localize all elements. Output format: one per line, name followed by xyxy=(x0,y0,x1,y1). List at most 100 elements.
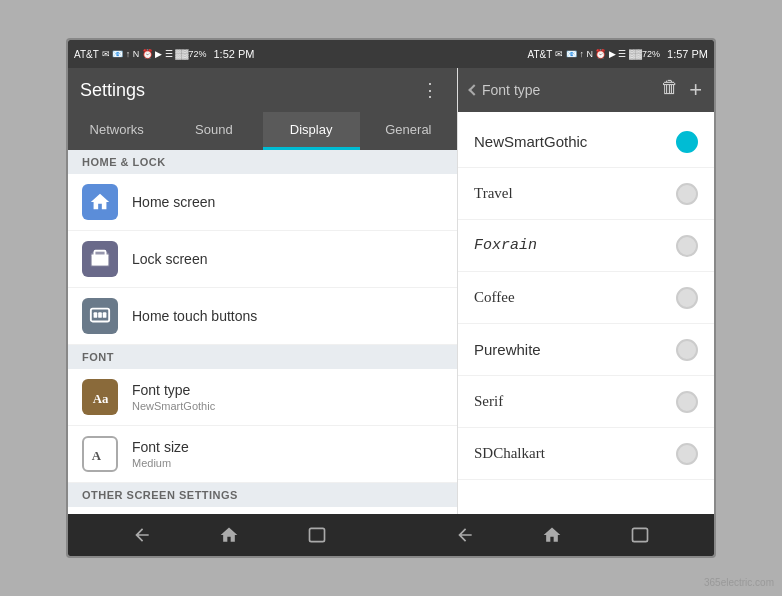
radio-newsmartgothic[interactable] xyxy=(676,131,698,153)
home-nav-left[interactable] xyxy=(219,525,239,545)
font-type-icon: Aa xyxy=(82,379,118,415)
font-name-coffee: Coffee xyxy=(474,289,676,306)
main-area: Settings ⋮ Networks Sound Display Gen xyxy=(68,68,714,514)
app-bar-left: Settings ⋮ xyxy=(68,68,457,112)
radio-coffee[interactable] xyxy=(676,287,698,309)
back-nav-icon-left xyxy=(132,525,152,545)
lock-screen-title: Lock screen xyxy=(132,251,443,267)
tab-sound[interactable]: Sound xyxy=(165,112,262,150)
font-type-text: Font type NewSmartGothic xyxy=(132,382,443,412)
font-item-coffee[interactable]: Coffee xyxy=(458,272,714,324)
right-bar-icons: 🗑 + xyxy=(661,77,702,103)
font-size-icon: A xyxy=(82,436,118,472)
settings-list: HOME & LOCK Home screen xyxy=(68,150,457,514)
section-font: FONT xyxy=(68,345,457,369)
section-other-screen: OTHER SCREEN SETTINGS xyxy=(68,483,457,507)
setting-font-type[interactable]: Aa Font type NewSmartGothic xyxy=(68,369,457,426)
lock-screen-icon xyxy=(82,241,118,277)
font-type-title: Font type xyxy=(132,382,443,398)
settings-title: Settings xyxy=(80,80,415,101)
right-panel: Font type 🗑 + NewSmartGothic Tr xyxy=(458,68,714,514)
nav-bar-left xyxy=(68,525,391,545)
left-panel: Settings ⋮ Networks Sound Display Gen xyxy=(68,68,458,514)
home-screen-icon xyxy=(82,184,118,220)
setting-home-touch-buttons[interactable]: Home touch buttons xyxy=(68,288,457,345)
setting-brightness[interactable]: Brightness (61%) xyxy=(68,507,457,514)
home-touch-title: Home touch buttons xyxy=(132,308,443,324)
font-name-newsmartgothic: NewSmartGothic xyxy=(474,133,676,150)
time-right: 1:57 PM xyxy=(667,48,708,60)
setting-font-size[interactable]: A Font size Medium xyxy=(68,426,457,483)
font-size-title: Font size xyxy=(132,439,443,455)
radio-travel[interactable] xyxy=(676,183,698,205)
setting-home-screen[interactable]: Home screen xyxy=(68,174,457,231)
font-item-travel[interactable]: Travel xyxy=(458,168,714,220)
home-screen-text: Home screen xyxy=(132,194,443,210)
setting-lock-screen[interactable]: Lock screen xyxy=(68,231,457,288)
home-icon xyxy=(89,191,111,213)
font-size-text: Font size Medium xyxy=(132,439,443,469)
radio-serif[interactable] xyxy=(676,391,698,413)
font-name-sdchalkart: SDChalkart xyxy=(474,445,676,462)
font-size-subtitle: Medium xyxy=(132,457,443,469)
svg-point-2 xyxy=(98,259,102,263)
lock-icon xyxy=(89,248,111,270)
home-nav-icon-right xyxy=(542,525,562,545)
font-item-sdchalkart[interactable]: SDChalkart xyxy=(458,428,714,480)
font-type-icon-svg: Aa xyxy=(89,386,111,408)
nav-bar xyxy=(68,514,714,556)
font-list: NewSmartGothic Travel Foxrain Coffee xyxy=(458,112,714,514)
tabs: Networks Sound Display General xyxy=(68,112,457,150)
font-item-newsmartgothic[interactable]: NewSmartGothic xyxy=(458,116,714,168)
back-nav-icon-right xyxy=(455,525,475,545)
delete-icon[interactable]: 🗑 xyxy=(661,77,679,103)
time-left: 1:52 PM xyxy=(213,48,254,60)
svg-rect-4 xyxy=(94,312,98,318)
back-nav-right[interactable] xyxy=(455,525,475,545)
back-button[interactable]: Font type xyxy=(470,82,540,98)
tab-networks[interactable]: Networks xyxy=(68,112,165,150)
home-nav-icon-left xyxy=(219,525,239,545)
touch-buttons-icon xyxy=(89,305,111,327)
carrier-left: AT&T xyxy=(74,49,99,60)
chevron-left-icon xyxy=(468,84,479,95)
status-bar-right: AT&T ✉ 📧 ↑ N ⏰ ▶ ☰ ▓▓72% 1:57 PM xyxy=(391,48,714,60)
recent-nav-icon-left xyxy=(307,525,327,545)
right-panel-title: Font type xyxy=(482,82,540,98)
section-home-lock: HOME & LOCK xyxy=(68,150,457,174)
font-name-serif: Serif xyxy=(474,393,676,410)
nav-bar-right xyxy=(391,525,714,545)
menu-icon[interactable]: ⋮ xyxy=(415,75,445,105)
home-touch-text: Home touch buttons xyxy=(132,308,443,324)
svg-text:Aa: Aa xyxy=(93,392,109,406)
svg-rect-6 xyxy=(103,312,107,318)
signal-icons-right: ✉ 📧 ↑ N ⏰ ▶ ☰ ▓▓72% xyxy=(555,49,660,59)
recent-nav-left[interactable] xyxy=(307,525,327,545)
carrier-right: AT&T xyxy=(528,49,553,60)
device-frame: AT&T ✉ 📧 ↑ N ⏰ ▶ ☰ ▓▓72% 1:52 PM AT&T ✉ … xyxy=(66,38,716,558)
status-bar: AT&T ✉ 📧 ↑ N ⏰ ▶ ☰ ▓▓72% 1:52 PM AT&T ✉ … xyxy=(68,40,714,68)
right-app-bar: Font type 🗑 + xyxy=(458,68,714,112)
radio-purewhite[interactable] xyxy=(676,339,698,361)
add-icon[interactable]: + xyxy=(689,77,702,103)
tab-display[interactable]: Display xyxy=(263,112,360,150)
signal-icons-left: ✉ 📧 ↑ N ⏰ ▶ ☰ ▓▓72% xyxy=(102,49,207,59)
font-item-purewhite[interactable]: Purewhite xyxy=(458,324,714,376)
font-item-foxrain[interactable]: Foxrain xyxy=(458,220,714,272)
font-name-foxrain: Foxrain xyxy=(474,237,676,254)
radio-foxrain[interactable] xyxy=(676,235,698,257)
font-type-subtitle: NewSmartGothic xyxy=(132,400,443,412)
font-name-travel: Travel xyxy=(474,185,676,202)
status-bar-left: AT&T ✉ 📧 ↑ N ⏰ ▶ ☰ ▓▓72% 1:52 PM xyxy=(68,48,391,60)
recent-nav-right[interactable] xyxy=(630,525,650,545)
svg-text:A: A xyxy=(92,449,102,463)
font-item-serif[interactable]: Serif xyxy=(458,376,714,428)
home-nav-right[interactable] xyxy=(542,525,562,545)
tab-general[interactable]: General xyxy=(360,112,457,150)
back-nav-left[interactable] xyxy=(132,525,152,545)
home-touch-icon xyxy=(82,298,118,334)
svg-rect-10 xyxy=(310,528,325,541)
font-name-purewhite: Purewhite xyxy=(474,341,676,358)
home-screen-title: Home screen xyxy=(132,194,443,210)
radio-sdchalkart[interactable] xyxy=(676,443,698,465)
